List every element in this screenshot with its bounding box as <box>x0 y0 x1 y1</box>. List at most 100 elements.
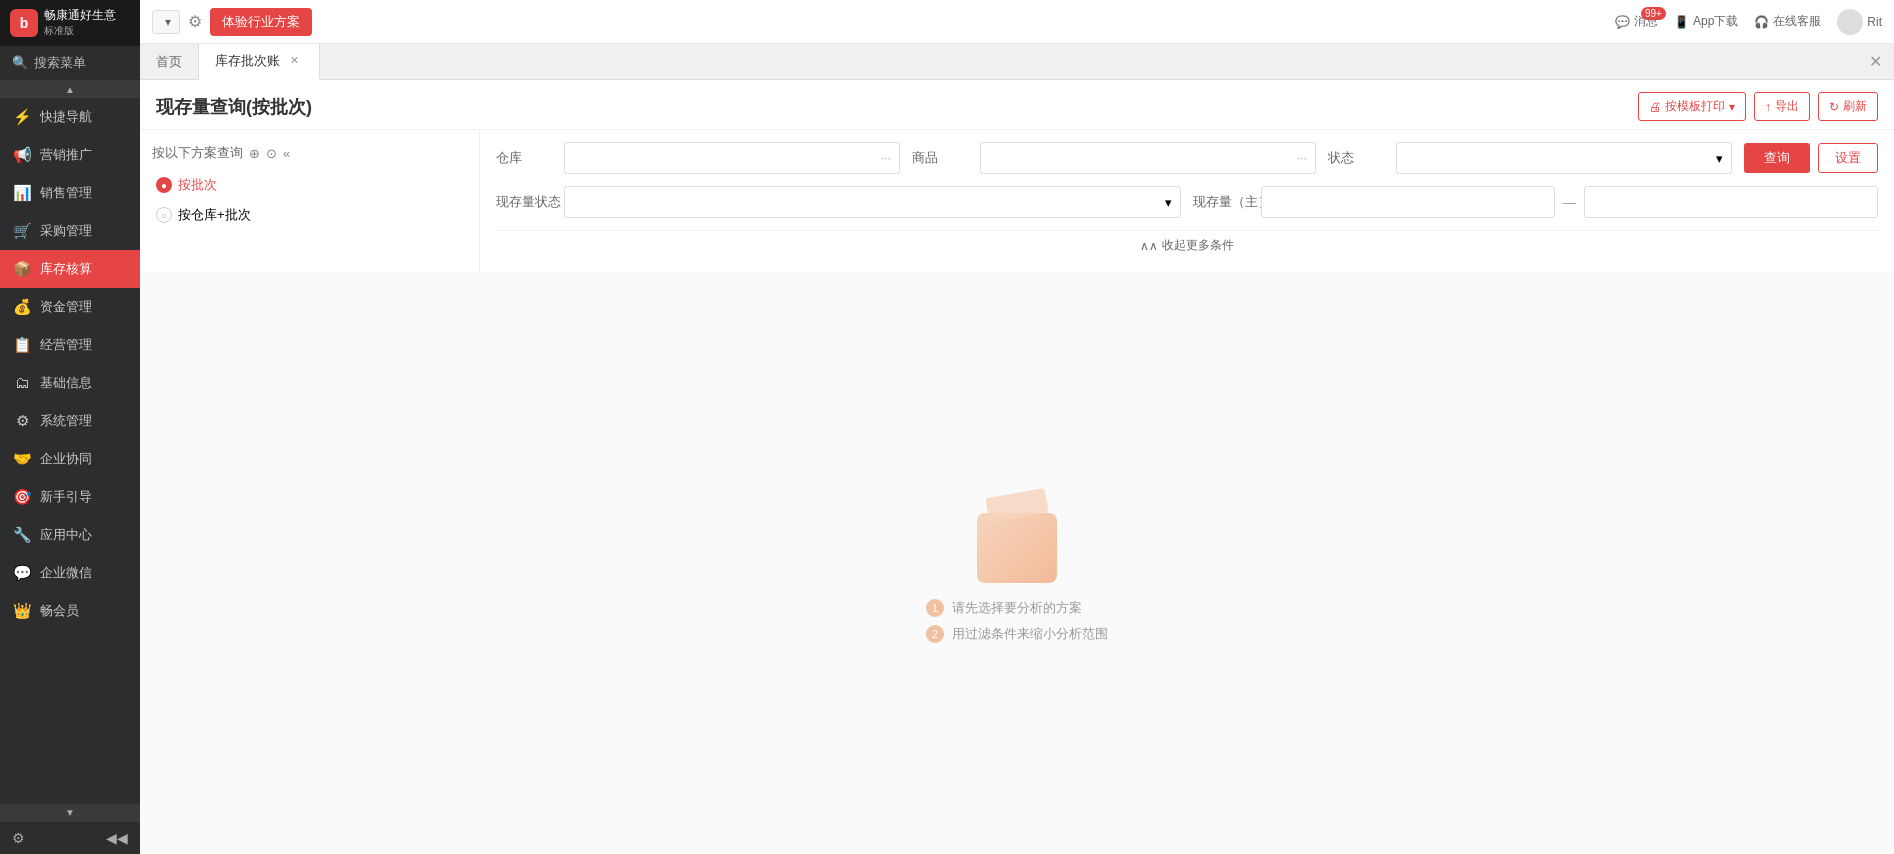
nav-label: 企业微信 <box>40 564 92 582</box>
messages-button[interactable]: 💬 消息 99+ <box>1615 13 1658 30</box>
nav-icon: 📢 <box>12 146 32 164</box>
stock-status-select[interactable]: ▾ <box>564 186 1181 218</box>
message-icon: 💬 <box>1615 15 1630 29</box>
tab-home[interactable]: 首页 <box>140 44 199 80</box>
stock-qty-max-input[interactable] <box>1584 186 1878 218</box>
sidebar-item-应用中心[interactable]: 🔧应用中心 <box>0 516 140 554</box>
stock-qty-min-input[interactable] <box>1261 186 1555 218</box>
stock-status-label: 现存量状态 <box>496 193 556 211</box>
sidebar-item-新手引导[interactable]: 🎯新手引导 <box>0 478 140 516</box>
page-title: 现存量查询(按批次) <box>156 95 312 119</box>
scheme-item-by-batch[interactable]: ● 按批次 <box>140 170 479 200</box>
settings-footer-icon[interactable]: ⚙ <box>12 830 25 846</box>
nav-icon: 🔧 <box>12 526 32 544</box>
trial-button[interactable]: 体验行业方案 <box>210 8 312 36</box>
nav-label: 基础信息 <box>40 374 92 392</box>
scroll-down-arrow[interactable]: ▼ <box>0 804 140 821</box>
nav-label: 库存核算 <box>40 260 92 278</box>
query-button[interactable]: 查询 <box>1744 143 1810 173</box>
close-tab-right-button[interactable]: ✕ <box>1857 52 1894 71</box>
status-chevron-icon: ▾ <box>1716 151 1723 166</box>
nav-icon: ⚡ <box>12 108 32 126</box>
sidebar-item-系统管理[interactable]: ⚙系统管理 <box>0 402 140 440</box>
nav-icon: 🤝 <box>12 450 32 468</box>
settings-button[interactable]: 设置 <box>1818 143 1878 173</box>
filter-actions: 查询 设置 <box>1744 143 1878 173</box>
empty-box-graphic <box>977 513 1057 583</box>
add-scheme-icon[interactable]: ⊕ <box>249 146 260 161</box>
nav-icon: 🛒 <box>12 222 32 240</box>
app-logo: b <box>10 9 38 37</box>
nav-label: 系统管理 <box>40 412 92 430</box>
topbar-gear-icon[interactable]: ⚙ <box>188 12 202 31</box>
hint-number-2: 2 <box>926 625 944 643</box>
product-input[interactable]: ··· <box>980 142 1316 174</box>
topbar-left: ▾ ⚙ 体验行业方案 <box>152 8 1607 36</box>
sidebar-item-销售管理[interactable]: 📊 销售管理 <box>0 174 140 212</box>
sidebar-item-快捷导航[interactable]: ⚡ 快捷导航 <box>0 98 140 136</box>
refresh-label: 刷新 <box>1843 98 1867 115</box>
search-menu[interactable]: 🔍 搜索菜单 <box>0 46 140 81</box>
scheme-settings-icon[interactable]: ⊙ <box>266 146 277 161</box>
online-service-button[interactable]: 🎧 在线客服 <box>1754 13 1821 30</box>
tab-close-icon[interactable]: ✕ <box>286 52 303 69</box>
empty-hint-1: 1 请先选择要分析的方案 <box>926 599 1108 617</box>
product-more-icon: ··· <box>1297 151 1307 165</box>
collapse-icon: ∧∧ <box>1140 239 1158 253</box>
nav-label: 销售管理 <box>40 184 92 202</box>
chevron-down-icon: ▾ <box>165 15 171 29</box>
app-download-button[interactable]: 📱 App下载 <box>1674 13 1738 30</box>
sidebar-item-企业微信[interactable]: 💬企业微信 <box>0 554 140 592</box>
empty-hints: 1 请先选择要分析的方案 2 用过滤条件来缩小分析范围 <box>926 599 1108 643</box>
nav-label: 资金管理 <box>40 298 92 316</box>
print-label: 按模板打印 <box>1665 98 1725 115</box>
scheme-item-by-warehouse-batch[interactable]: ○ 按仓库+批次 <box>140 200 479 230</box>
stock-status-chevron-icon: ▾ <box>1165 195 1172 210</box>
collapse-label: 收起更多条件 <box>1162 237 1234 254</box>
filter-fields: 仓库 ··· 商品 ··· <box>480 130 1894 272</box>
status-label: 状态 <box>1328 149 1388 167</box>
sidebar-item-基础信息[interactable]: 🗂基础信息 <box>0 364 140 402</box>
sidebar-item-采购管理[interactable]: 🛒 采购管理 <box>0 212 140 250</box>
nav-icon: 📋 <box>12 336 32 354</box>
main-area: ▾ ⚙ 体验行业方案 💬 消息 99+ 📱 App下载 🎧 在线客服 Rit <box>140 0 1894 854</box>
stock-status-filter: 现存量状态 ▾ <box>496 186 1181 218</box>
warehouse-input[interactable]: ··· <box>564 142 900 174</box>
refresh-button[interactable]: ↻ 刷新 <box>1818 92 1878 121</box>
sidebar-item-经营管理[interactable]: 📋 经营管理 <box>0 326 140 364</box>
hint-number-1: 1 <box>926 599 944 617</box>
sidebar-item-库存核算[interactable]: 📦库存核算 <box>0 250 140 288</box>
warehouse-label: 仓库 <box>496 149 556 167</box>
stock-qty-dash: — <box>1563 195 1576 210</box>
tabbar: 首页 库存批次账 ✕ ✕ <box>140 44 1894 80</box>
search-icon: 🔍 <box>12 55 28 70</box>
service-label: 在线客服 <box>1773 13 1821 30</box>
sidebar-item-资金管理[interactable]: 💰 资金管理 <box>0 288 140 326</box>
user-avatar-area[interactable]: Rit <box>1837 9 1882 35</box>
topbar-dropdown[interactable]: ▾ <box>152 10 180 34</box>
collapse-sidebar-icon[interactable]: ◀◀ <box>106 830 128 846</box>
sidebar-item-畅会员[interactable]: 👑畅会员 <box>0 592 140 630</box>
status-select[interactable]: ▾ <box>1396 142 1732 174</box>
filter-collapse-button[interactable]: ∧∧ 收起更多条件 <box>496 230 1878 260</box>
nav-icon: 💰 <box>12 298 32 316</box>
nav-label: 新手引导 <box>40 488 92 506</box>
nav-label: 经营管理 <box>40 336 92 354</box>
export-button[interactable]: ↑ 导出 <box>1754 92 1810 121</box>
print-button[interactable]: 🖨 按模板打印 ▾ <box>1638 92 1746 121</box>
empty-state: 1 请先选择要分析的方案 2 用过滤条件来缩小分析范围 <box>140 272 1894 854</box>
nav-icon: 📊 <box>12 184 32 202</box>
nav-icon: 👑 <box>12 602 32 620</box>
tab-inventory[interactable]: 库存批次账 ✕ <box>199 44 320 80</box>
collapse-left-icon[interactable]: « <box>283 146 290 161</box>
nav-label: 快捷导航 <box>40 108 92 126</box>
sidebar-item-企业协同[interactable]: 🤝企业协同 <box>0 440 140 478</box>
filter-row-1: 仓库 ··· 商品 ··· <box>496 142 1878 174</box>
edition-label: 标准版 <box>44 24 116 38</box>
nav-label: 采购管理 <box>40 222 92 240</box>
sidebar-item-营销推广[interactable]: 📢营销推广 <box>0 136 140 174</box>
scheme-header-label: 按以下方案查询 <box>152 144 243 162</box>
scheme-selector: 按以下方案查询 ⊕ ⊙ « ● 按批次 ○ 按仓库+批次 <box>140 130 480 272</box>
scroll-up-arrow[interactable]: ▲ <box>0 81 140 98</box>
search-menu-label: 搜索菜单 <box>34 54 86 72</box>
